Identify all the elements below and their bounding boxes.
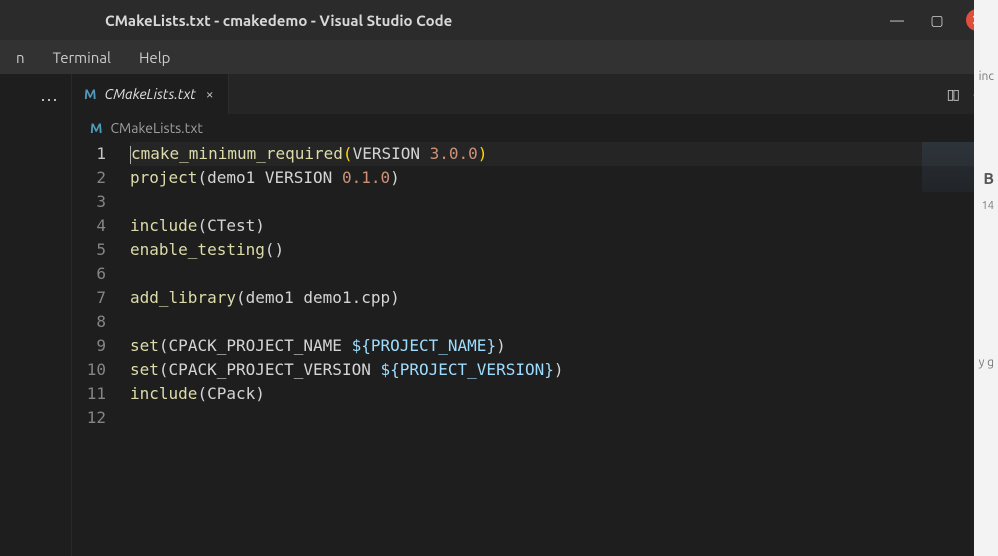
code-token: ): [390, 168, 400, 187]
code-line[interactable]: project(demo1 VERSION 0.1.0): [130, 166, 998, 190]
menu-item-terminal[interactable]: Terminal: [41, 45, 123, 70]
menu-item-run-fragment[interactable]: n: [4, 45, 37, 70]
code-token: CTest: [207, 216, 255, 235]
code-token: ): [255, 216, 265, 235]
code-line[interactable]: add_library(demo1 demo1.cpp): [130, 286, 998, 310]
code-token: project: [130, 168, 197, 187]
code-line[interactable]: [130, 190, 998, 214]
code-token: demo1 VERSION: [207, 168, 342, 187]
code-token: 0.1.0: [342, 168, 390, 187]
code-line[interactable]: include(CTest): [130, 214, 998, 238]
code-token: include: [130, 384, 197, 403]
code-token: CPack: [207, 384, 255, 403]
title-bar: CMakeLists.txt - cmakedemo - Visual Stud…: [0, 0, 998, 40]
code-line[interactable]: [130, 262, 998, 286]
code-token: (: [197, 216, 207, 235]
code-token: (: [236, 288, 246, 307]
cmake-file-icon: M: [90, 120, 102, 136]
code-token: CPACK_PROJECT_NAME: [169, 336, 352, 355]
code-line[interactable]: [130, 406, 998, 430]
tab-label: CMakeLists.txt: [104, 86, 195, 102]
window-title: CMakeLists.txt - cmakedemo - Visual Stud…: [105, 12, 452, 29]
fragment-text: B: [983, 170, 994, 188]
code-token: cmake_minimum_required: [131, 144, 343, 163]
code-line[interactable]: enable_testing(): [130, 238, 998, 262]
breadcrumb-filename: CMakeLists.txt: [110, 120, 202, 136]
line-number: 11: [72, 382, 106, 406]
code-line[interactable]: cmake_minimum_required(VERSION 3.0.0): [130, 142, 998, 166]
main-area: ⋯ M CMakeLists.txt × ▯▯ ⋯ M CMakeLists.t…: [0, 74, 998, 556]
code-token: CPACK_PROJECT_VERSION: [169, 360, 381, 379]
code-token: (): [265, 240, 284, 259]
code-token: set: [130, 360, 159, 379]
code-token: VERSION: [353, 144, 430, 163]
editor-area: M CMakeLists.txt × ▯▯ ⋯ M CMakeLists.txt…: [72, 74, 998, 556]
code-token: ${PROJECT_NAME}: [352, 336, 497, 355]
code-token: ): [554, 360, 564, 379]
code-token: (: [159, 360, 169, 379]
code-token: ): [390, 288, 400, 307]
code-token: ): [255, 384, 265, 403]
fragment-text: inc: [979, 70, 994, 83]
cmake-file-icon: M: [84, 86, 96, 102]
code-token: enable_testing: [130, 240, 265, 259]
split-editor-icon[interactable]: ▯▯: [947, 86, 958, 103]
line-number: 2: [72, 166, 106, 190]
code-token: (: [159, 336, 169, 355]
code-line[interactable]: set(CPACK_PROJECT_VERSION ${PROJECT_VERS…: [130, 358, 998, 382]
line-number: 3: [72, 190, 106, 214]
code-token: add_library: [130, 288, 236, 307]
line-number: 8: [72, 310, 106, 334]
code-token: set: [130, 336, 159, 355]
line-number: 7: [72, 286, 106, 310]
tab-close-icon[interactable]: ×: [204, 84, 216, 104]
code-token: demo1 demo1.cpp: [246, 288, 391, 307]
code-token: include: [130, 216, 197, 235]
menu-item-help[interactable]: Help: [127, 45, 182, 70]
window-controls: — ▢ ✕: [886, 9, 988, 31]
fragment-text: y g: [979, 356, 994, 369]
code-token: ): [478, 144, 488, 163]
line-number: 6: [72, 262, 106, 286]
code-token: (: [197, 168, 207, 187]
code-line[interactable]: include(CPack): [130, 382, 998, 406]
menu-bar: n Terminal Help: [0, 40, 998, 74]
background-window-fragment: inc B 14 y g: [974, 0, 998, 556]
code-token: ${PROJECT_VERSION}: [380, 360, 553, 379]
code-editor[interactable]: 123456789101112 cmake_minimum_required(V…: [72, 142, 998, 556]
breadcrumb[interactable]: M CMakeLists.txt: [72, 114, 998, 142]
code-token: (: [343, 144, 353, 163]
line-number: 10: [72, 358, 106, 382]
fragment-text: 14: [982, 200, 994, 212]
code-token: 3.0.0: [430, 144, 478, 163]
line-number: 4: [72, 214, 106, 238]
maximize-button[interactable]: ▢: [926, 9, 948, 31]
code-token: (: [197, 384, 207, 403]
line-number: 1: [72, 142, 106, 166]
code-line[interactable]: set(CPACK_PROJECT_NAME ${PROJECT_NAME}): [130, 334, 998, 358]
tab-bar: M CMakeLists.txt × ▯▯ ⋯: [72, 74, 998, 114]
line-number: 5: [72, 238, 106, 262]
line-number: 9: [72, 334, 106, 358]
line-number: 12: [72, 406, 106, 430]
code-line[interactable]: [130, 310, 998, 334]
more-actions-button[interactable]: ⋯: [35, 86, 63, 114]
code-content[interactable]: cmake_minimum_required(VERSION 3.0.0)pro…: [130, 142, 998, 556]
minimize-button[interactable]: —: [886, 9, 908, 31]
sidebar-stub: ⋯: [0, 74, 72, 556]
code-token: ): [496, 336, 506, 355]
line-number-gutter: 123456789101112: [72, 142, 130, 556]
tab-cmakelists[interactable]: M CMakeLists.txt ×: [72, 74, 229, 114]
